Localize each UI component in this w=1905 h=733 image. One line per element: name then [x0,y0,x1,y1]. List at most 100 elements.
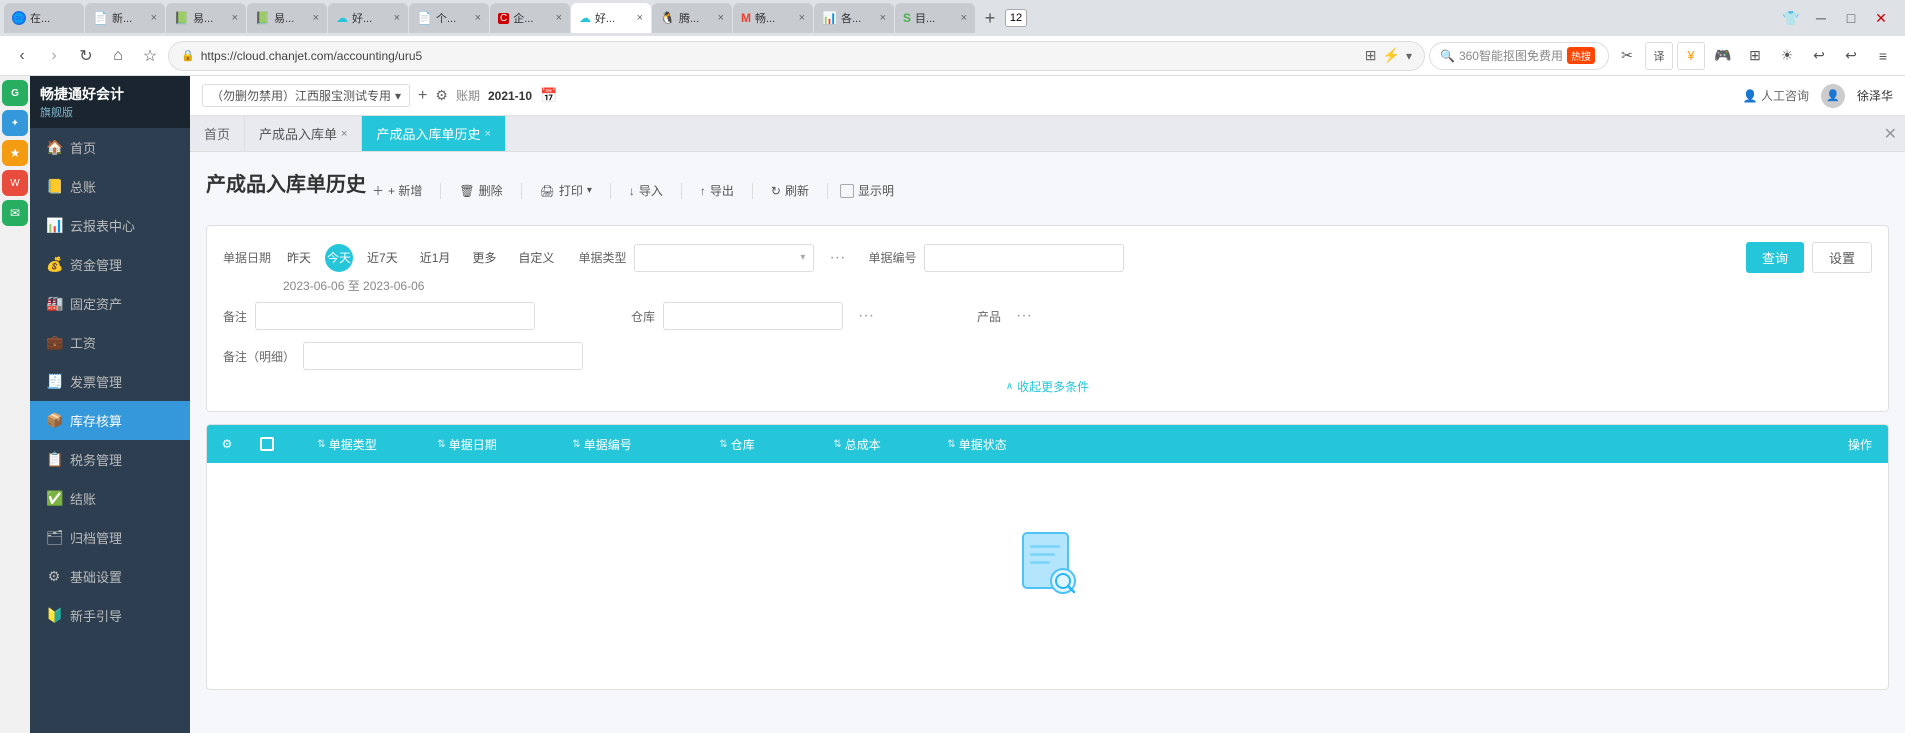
tab-9[interactable]: 📊 各... × [814,3,894,33]
game-tool[interactable]: 🎮 [1709,42,1737,70]
settings-icon[interactable]: ⚙ [435,87,448,104]
tab-6[interactable]: C 企... × [490,3,570,33]
nav-item-invoice[interactable]: 🧾 发票管理 [30,362,190,401]
product-ellipsis[interactable]: ··· [1009,307,1039,325]
close-icon[interactable]: ✕ [1884,124,1897,144]
panel-close-btn[interactable]: ✕ [1884,116,1897,151]
tab-8-close[interactable]: × [799,12,805,24]
settings-search-button[interactable]: 设置 [1812,242,1872,273]
shirt-icon[interactable]: 👕 [1779,6,1803,30]
th-warehouse[interactable]: ⇅ 仓库 [677,436,797,453]
tab-7[interactable]: 🐧 腾... × [652,3,732,33]
refresh-button[interactable]: ↻ [72,42,100,70]
address-bar[interactable]: 🔒 https://cloud.chanjet.com/accounting/u… [168,41,1425,71]
warehouse-select[interactable] [663,302,843,330]
tab-4[interactable]: ☁ 好... × [328,3,408,33]
query-button[interactable]: 查询 [1746,242,1804,273]
tab-active[interactable]: ☁ 好... × [571,3,651,33]
note-detail-input[interactable] [303,342,583,370]
bookmark-button[interactable]: ☆ [136,42,164,70]
tab-4-close[interactable]: × [394,12,400,24]
refresh-toolbar-button[interactable]: ↻ 刷新 [765,179,815,202]
browser-search-box[interactable]: 🔍 360智能抠图免费用 热搜 [1429,42,1609,70]
th-date[interactable]: ⇅ 单据日期 [407,436,527,453]
th-num[interactable]: ⇅ 单据编号 [527,436,677,453]
export-button[interactable]: ↑ 导出 [694,179,740,202]
date-btn-today[interactable]: 今天 [325,244,353,272]
date-btn-custom[interactable]: 自定义 [510,246,562,269]
tab-globe[interactable]: 🌐 在... [4,3,84,33]
undo-tool[interactable]: ↩ [1805,42,1833,70]
breadcrumb-home[interactable]: 首页 [190,116,245,151]
tab-5-close[interactable]: × [475,12,481,24]
app-icon-weibo[interactable]: W [2,170,28,196]
tab-3[interactable]: 📗 易... × [247,3,327,33]
lightning-icon[interactable]: ⚡ [1383,47,1400,64]
app-icon-blue[interactable]: ✦ [2,110,28,136]
scissors-tool[interactable]: ✂ [1613,42,1641,70]
tab-10[interactable]: S 目... × [895,3,975,33]
breadcrumb-tab-history[interactable]: 产成品入库单历史 × [362,116,505,151]
note-input[interactable] [255,302,535,330]
th-check[interactable] [247,437,287,451]
th-type[interactable]: ⇅ 单据类型 [287,436,407,453]
breadcrumb-tab-list[interactable]: 产成品入库单 × [245,116,362,151]
tab-10-close[interactable]: × [961,12,967,24]
nav-item-tax[interactable]: 📋 税务管理 [30,440,190,479]
breadcrumb-tab-history-close[interactable]: × [484,128,490,140]
add-icon[interactable]: + [418,87,427,105]
date-btn-7days[interactable]: 近7天 [359,246,406,269]
org-selector[interactable]: （勿删勿禁用）江西服宝测试专用 ▾ [202,84,410,107]
tab-5[interactable]: 📄 个... × [409,3,489,33]
nav-item-home[interactable]: 🏠 首页 [30,128,190,167]
nav-item-assets[interactable]: 🏭 固定资产 [30,284,190,323]
grid-tool[interactable]: ⊞ [1741,42,1769,70]
translate-tool[interactable]: 译 [1645,42,1673,70]
nav-item-close[interactable]: ✅ 结账 [30,479,190,518]
th-status[interactable]: ⇅ 单据状态 [917,436,1037,453]
tab-active-close[interactable]: × [637,12,643,24]
tab-1[interactable]: 📄 新... × [85,3,165,33]
tab-6-close[interactable]: × [556,12,562,24]
nav-item-settings[interactable]: ⚙ 基础设置 [30,557,190,596]
delete-button[interactable]: 🗑 删除 [453,179,508,202]
tab-2[interactable]: 📗 易... × [166,3,246,33]
app-icon-chanjet[interactable]: G [2,80,28,106]
tab-9-close[interactable]: × [880,12,886,24]
tab-2-close[interactable]: × [232,12,238,24]
nav-item-reports[interactable]: 📊 云报表中心 [30,206,190,245]
minimize-button[interactable]: ─ [1809,6,1833,30]
yuan-tool[interactable]: ¥ [1677,42,1705,70]
user-service[interactable]: 👤 人工咨询 [1743,87,1809,104]
th-cost[interactable]: ⇅ 总成本 [797,436,917,453]
sun-tool[interactable]: ☀ [1773,42,1801,70]
date-btn-1month[interactable]: 近1月 [412,246,459,269]
date-btn-more[interactable]: 更多 [464,246,504,269]
close-window-button[interactable]: ✕ [1869,6,1893,30]
nav-item-inventory[interactable]: 📦 库存核算 [30,401,190,440]
add-button[interactable]: ＋ + 新增 [366,179,428,202]
tab-7-close[interactable]: × [718,12,724,24]
home-button[interactable]: ⌂ [104,42,132,70]
tab-3-close[interactable]: × [313,12,319,24]
th-gear[interactable]: ⚙ [207,437,247,451]
chevron-down-icon[interactable]: ▾ [1406,49,1412,63]
warehouse-ellipsis[interactable]: ··· [851,307,881,325]
import-button[interactable]: ↓ 导入 [623,179,669,202]
maximize-button[interactable]: □ [1839,6,1863,30]
forward-button[interactable]: › [40,42,68,70]
new-tab-button[interactable]: + [976,4,1004,32]
nav-item-salary[interactable]: 💼 工资 [30,323,190,362]
tab-8[interactable]: M 畅... × [733,3,813,33]
app-icon-star[interactable]: ★ [2,140,28,166]
undo-tool-2[interactable]: ↩ [1837,42,1865,70]
date-btn-yesterday[interactable]: 昨天 [279,246,319,269]
nav-item-ledger[interactable]: 📒 总账 [30,167,190,206]
num-input[interactable] [924,244,1124,272]
collapse-bar[interactable]: ∧ 收起更多条件 [223,378,1872,395]
nav-item-funds[interactable]: 💰 资金管理 [30,245,190,284]
menu-tool[interactable]: ≡ [1869,42,1897,70]
app-icon-mail[interactable]: ✉ [2,200,28,226]
print-button[interactable]: 🖨 打印 ▾ [534,179,598,202]
type-select[interactable]: ▾ [634,244,814,272]
